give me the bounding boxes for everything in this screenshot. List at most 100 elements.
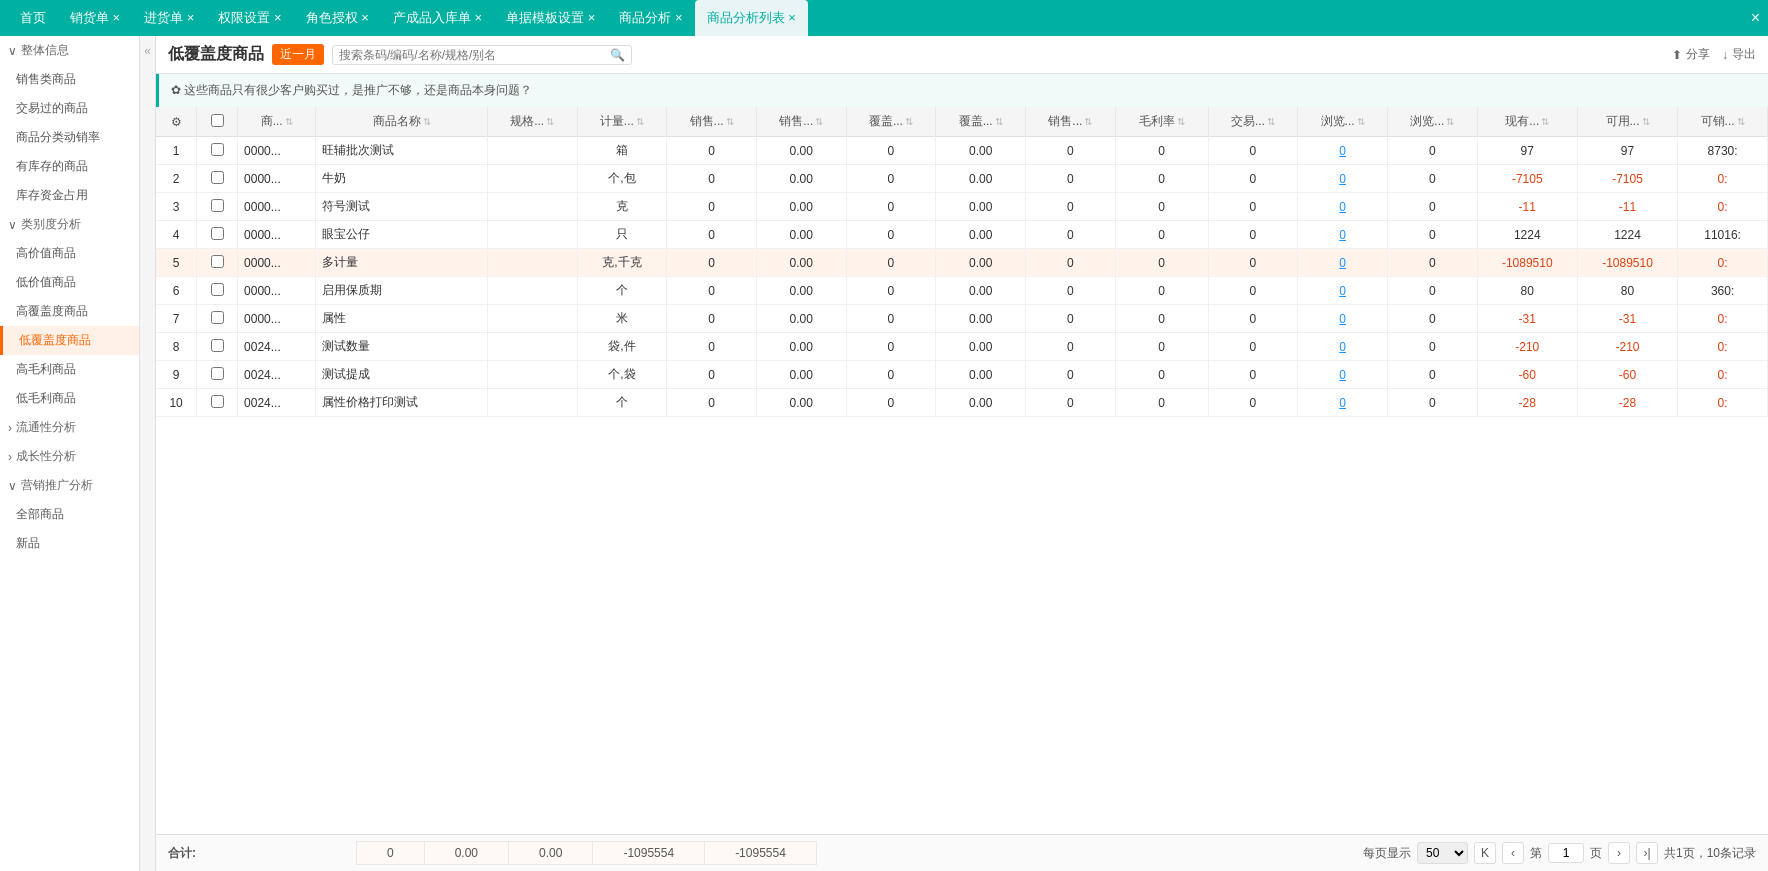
- window-close-button[interactable]: ×: [1751, 9, 1760, 27]
- nav-product-analysis[interactable]: 商品分析 ×: [607, 0, 694, 36]
- select-all-checkbox[interactable]: [211, 114, 224, 127]
- sidebar-section-marketing[interactable]: ∨ 营销推广分析: [0, 471, 139, 500]
- header-actions: ⬆ 分享 ↓ 导出: [1672, 46, 1756, 63]
- share-button[interactable]: ⬆ 分享: [1672, 46, 1710, 63]
- row-checkbox[interactable]: [197, 193, 238, 221]
- browse1-link[interactable]: 0: [1339, 172, 1346, 186]
- sidebar-item-high-margin[interactable]: 高毛利商品: [0, 355, 139, 384]
- row-select-checkbox[interactable]: [211, 255, 224, 268]
- row-select-checkbox[interactable]: [211, 227, 224, 240]
- page-input[interactable]: [1548, 843, 1584, 863]
- row-sales3: 0: [1026, 165, 1116, 193]
- per-page-select[interactable]: 50 20 100: [1417, 842, 1468, 864]
- row-checkbox[interactable]: [197, 221, 238, 249]
- total-current: -1095554: [593, 842, 705, 864]
- row-cov1: 0: [846, 333, 936, 361]
- nav-home[interactable]: 首页: [8, 0, 58, 36]
- browse1-link[interactable]: 0: [1339, 228, 1346, 242]
- sidebar-item-low-margin[interactable]: 低毛利商品: [0, 384, 139, 413]
- row-browse1[interactable]: 0: [1298, 277, 1388, 305]
- export-button[interactable]: ↓ 导出: [1722, 46, 1756, 63]
- row-checkbox[interactable]: [197, 137, 238, 165]
- nav-roles[interactable]: 角色授权 ×: [294, 0, 381, 36]
- row-select-checkbox[interactable]: [211, 143, 224, 156]
- row-sales2: 0.00: [756, 137, 846, 165]
- row-select-checkbox[interactable]: [211, 367, 224, 380]
- row-select-checkbox[interactable]: [211, 171, 224, 184]
- next-page-button[interactable]: ›: [1608, 842, 1630, 864]
- browse1-link[interactable]: 0: [1339, 256, 1346, 270]
- row-select-checkbox[interactable]: [211, 199, 224, 212]
- row-checkbox[interactable]: [197, 165, 238, 193]
- browse1-link[interactable]: 0: [1339, 200, 1346, 214]
- browse1-link[interactable]: 0: [1339, 284, 1346, 298]
- row-select-checkbox[interactable]: [211, 311, 224, 324]
- sidebar-item-all-products[interactable]: 全部商品: [0, 500, 139, 529]
- sidebar-item-inventory-capital[interactable]: 库存资金占用: [0, 181, 139, 210]
- sidebar-item-low-coverage[interactable]: 低覆盖度商品: [0, 326, 139, 355]
- row-browse1[interactable]: 0: [1298, 389, 1388, 417]
- row-checkbox[interactable]: [197, 305, 238, 333]
- row-checkbox[interactable]: [197, 333, 238, 361]
- sidebar-item-low-value[interactable]: 低价值商品: [0, 268, 139, 297]
- sidebar-section-liquidity[interactable]: › 流通性分析: [0, 413, 139, 442]
- table-container[interactable]: ⚙ 商...⇅ 商品名称⇅ 规格...⇅ 计量...⇅ 销售...⇅ 销售...…: [156, 107, 1768, 834]
- prev-page-button[interactable]: ‹: [1502, 842, 1524, 864]
- sidebar: ∨ 整体信息 销售类商品 交易过的商品 商品分类动销率 有库存的商品 库存资金占…: [0, 36, 140, 871]
- sidebar-item-traded-products[interactable]: 交易过的商品: [0, 94, 139, 123]
- last-page-button[interactable]: ›|: [1636, 842, 1658, 864]
- row-index: 3: [156, 193, 197, 221]
- settings-icon[interactable]: ⚙: [171, 115, 182, 129]
- row-code: 0000...: [238, 305, 316, 333]
- row-browse2: 0: [1387, 221, 1477, 249]
- browse1-link[interactable]: 0: [1339, 312, 1346, 326]
- nav-products-in[interactable]: 产成品入库单 ×: [381, 0, 494, 36]
- row-sales3: 0: [1026, 389, 1116, 417]
- row-browse1[interactable]: 0: [1298, 249, 1388, 277]
- row-checkbox[interactable]: [197, 389, 238, 417]
- sidebar-section-overall[interactable]: ∨ 整体信息: [0, 36, 139, 65]
- sidebar-item-category-rate[interactable]: 商品分类动销率: [0, 123, 139, 152]
- sidebar-item-stocked-products[interactable]: 有库存的商品: [0, 152, 139, 181]
- row-browse1[interactable]: 0: [1298, 361, 1388, 389]
- search-icon[interactable]: 🔍: [610, 48, 625, 62]
- search-input[interactable]: [339, 48, 610, 62]
- sidebar-section-growth[interactable]: › 成长性分析: [0, 442, 139, 471]
- row-cov2: 0.00: [936, 277, 1026, 305]
- nav-permissions[interactable]: 权限设置 ×: [206, 0, 293, 36]
- row-checkbox[interactable]: [197, 361, 238, 389]
- period-button[interactable]: 近一月: [272, 44, 324, 65]
- row-select-checkbox[interactable]: [211, 395, 224, 408]
- row-checkbox[interactable]: [197, 277, 238, 305]
- row-select-checkbox[interactable]: [211, 283, 224, 296]
- row-select-checkbox[interactable]: [211, 339, 224, 352]
- sidebar-collapse-button[interactable]: «: [140, 36, 156, 871]
- row-browse1[interactable]: 0: [1298, 193, 1388, 221]
- row-index: 1: [156, 137, 197, 165]
- col-settings[interactable]: ⚙: [156, 107, 197, 137]
- browse1-link[interactable]: 0: [1339, 368, 1346, 382]
- sidebar-item-high-value[interactable]: 高价值商品: [0, 239, 139, 268]
- col-checkbox[interactable]: [197, 107, 238, 137]
- nav-product-analysis-list[interactable]: 商品分析列表 ×: [695, 0, 808, 36]
- sidebar-item-new-products[interactable]: 新品: [0, 529, 139, 558]
- browse1-link[interactable]: 0: [1339, 396, 1346, 410]
- nav-sales[interactable]: 销货单 ×: [58, 0, 132, 36]
- row-cov2: 0.00: [936, 165, 1026, 193]
- row-browse1[interactable]: 0: [1298, 137, 1388, 165]
- row-browse1[interactable]: 0: [1298, 165, 1388, 193]
- row-browse1[interactable]: 0: [1298, 221, 1388, 249]
- sidebar-item-high-coverage[interactable]: 高覆盖度商品: [0, 297, 139, 326]
- nav-template[interactable]: 单据模板设置 ×: [494, 0, 607, 36]
- first-page-button[interactable]: K: [1474, 842, 1496, 864]
- browse1-link[interactable]: 0: [1339, 340, 1346, 354]
- row-browse1[interactable]: 0: [1298, 305, 1388, 333]
- row-browse1[interactable]: 0: [1298, 333, 1388, 361]
- sidebar-section-category[interactable]: ∨ 类别度分析: [0, 210, 139, 239]
- search-box[interactable]: 🔍: [332, 45, 632, 65]
- nav-purchase[interactable]: 进货单 ×: [132, 0, 206, 36]
- browse1-link[interactable]: 0: [1339, 144, 1346, 158]
- row-checkbox[interactable]: [197, 249, 238, 277]
- sidebar-item-sales-products[interactable]: 销售类商品: [0, 65, 139, 94]
- row-cov1: 0: [846, 389, 936, 417]
